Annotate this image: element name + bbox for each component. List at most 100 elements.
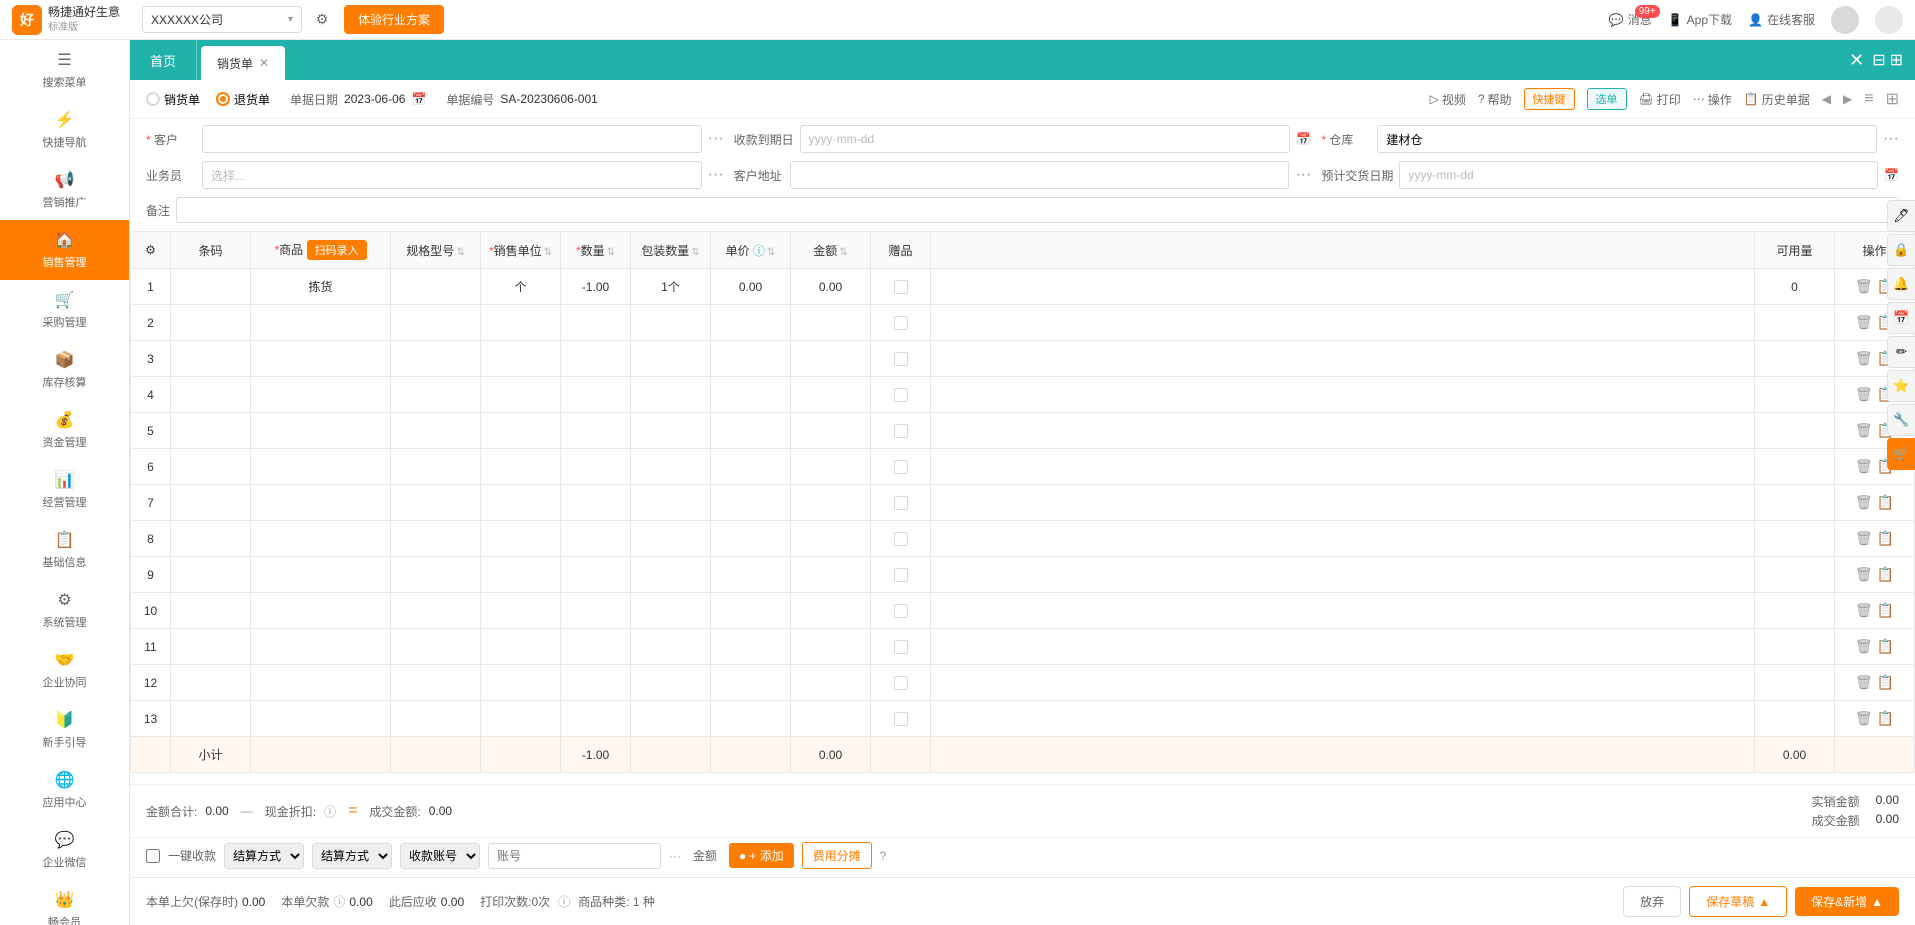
sidebar-item-search[interactable]: ☰ 搜索菜单 [0,40,129,100]
sidebar-item-purchase[interactable]: 🛒 采购管理 [0,280,129,340]
close-tab-icon[interactable]: ✕ [1849,50,1864,71]
fee-split-help-icon[interactable]: ? [880,849,887,863]
equals-icon[interactable]: = [348,802,357,820]
sidebar-item-appstore[interactable]: 🌐 应用中心 [0,760,129,820]
expected-date-calendar-icon[interactable]: 📅 [1884,168,1899,182]
account-select[interactable]: 收款账号 [400,843,480,869]
one-click-payment-checkbox[interactable] [146,849,160,863]
list-view-icon[interactable]: ≡ [1864,90,1873,108]
save-new-button[interactable]: 保存&新增 ▲ [1795,887,1899,916]
sidebar-item-enterprise[interactable]: 🤝 企业协同 [0,640,129,700]
save-draft-dropdown-icon[interactable]: ▲ [1758,895,1770,909]
select-action[interactable]: 选单 [1587,88,1627,110]
copy-row-icon-9[interactable]: 📋 [1877,566,1894,583]
sidebar-item-inventory[interactable]: 📦 库存核算 [0,340,129,400]
th-settings[interactable]: ⚙ [131,232,171,269]
sidebar-item-basic[interactable]: 📋 基础信息 [0,520,129,580]
customer-address-more-icon[interactable]: ··· [1295,166,1311,184]
delete-row-icon-8[interactable]: 🗑 [1855,530,1873,547]
gift-checkbox-3[interactable] [894,352,908,366]
product-count-icon[interactable]: ⓘ [558,893,570,910]
shortcut-action[interactable]: 快捷键 [1524,88,1575,110]
rs-btn-7[interactable]: 🔧 [1887,404,1915,436]
customer-input[interactable] [202,125,702,153]
gift-checkbox-12[interactable] [894,676,908,690]
sidebar-item-guide[interactable]: 🔰 新手引导 [0,700,129,760]
sidebar-item-marketing[interactable]: 📢 营销推广 [0,160,129,220]
grid-view-icon[interactable]: ⊞ [1886,89,1899,109]
company-selector[interactable]: XXXXXX公司 ▾ [142,6,302,33]
nav-prev-icon[interactable]: ◀ [1822,92,1831,106]
copy-row-icon-8[interactable]: 📋 [1877,530,1894,547]
date-calendar-icon[interactable]: 📅 [411,92,426,106]
unit-sort-icon[interactable]: ⇅ [544,247,552,258]
gift-checkbox-8[interactable] [894,532,908,546]
delete-row-icon-4[interactable]: 🗑 [1855,386,1873,403]
salesperson-input[interactable]: 选择... [202,161,702,189]
rs-btn-8[interactable]: 🛒 [1887,438,1915,470]
gift-checkbox-13[interactable] [894,712,908,726]
tab-list-icon[interactable]: ⊟ [1872,50,1885,70]
gift-checkbox-5[interactable] [894,424,908,438]
unit-price-info-icon[interactable]: ⓘ [753,244,765,258]
tab-grid-icon[interactable]: ⊞ [1890,50,1903,70]
delete-row-icon-10[interactable]: 🗑 [1855,602,1873,619]
copy-row-icon-10[interactable]: 📋 [1877,602,1894,619]
rs-btn-6[interactable]: ⭐ [1887,370,1915,402]
delete-row-icon-12[interactable]: 🗑 [1855,674,1873,691]
save-new-dropdown-icon[interactable]: ▲ [1871,895,1883,909]
due-date-calendar-icon[interactable]: 📅 [1296,132,1311,146]
delete-row-icon-2[interactable]: 🗑 [1855,314,1873,331]
copy-row-icon-13[interactable]: 📋 [1877,710,1894,727]
delete-row-icon-5[interactable]: 🗑 [1855,422,1873,439]
rs-btn-4[interactable]: 📅 [1887,302,1915,334]
sidebar-item-system[interactable]: ⚙ 系统管理 [0,580,129,640]
sidebar-item-shortcut[interactable]: ⚡ 快捷导航 [0,100,129,160]
avatar[interactable] [1831,6,1859,34]
qty-sort-icon[interactable]: ⇅ [607,247,615,258]
copy-row-icon-11[interactable]: 📋 [1877,638,1894,655]
delete-row-icon-3[interactable]: 🗑 [1855,350,1873,367]
avatar-dropdown[interactable] [1875,6,1903,34]
account-more-icon[interactable]: ··· [669,849,681,863]
sidebar-item-finance[interactable]: 💰 资金管理 [0,400,129,460]
scan-button[interactable]: 扫码录入 [307,240,367,260]
help-action[interactable]: ? 帮助 [1478,91,1512,108]
payment-method-select-2[interactable]: 结算方式 [312,843,392,869]
online-service-button[interactable]: 👤 在线客服 [1748,11,1815,28]
delete-row-icon-1[interactable]: 🗑 [1855,278,1873,295]
price-sort-icon[interactable]: ⇅ [767,247,775,258]
rs-btn-5[interactable]: ✏ [1887,336,1915,368]
gift-checkbox-7[interactable] [894,496,908,510]
tab-close-icon[interactable]: ✕ [259,56,269,70]
copy-row-icon-12[interactable]: 📋 [1877,674,1894,691]
gift-checkbox-9[interactable] [894,568,908,582]
sidebar-item-sales[interactable]: 🏠 销售管理 [0,220,129,280]
gift-checkbox-10[interactable] [894,604,908,618]
copy-row-icon-7[interactable]: 📋 [1877,494,1894,511]
message-button[interactable]: 💬 消息 99+ [1609,11,1652,28]
spec-sort-icon[interactable]: ⇅ [456,247,464,258]
radio-return[interactable]: 退货单 [216,91,270,108]
radio-sales[interactable]: 销货单 [146,91,200,108]
operation-action[interactable]: ⋯ 操作 [1693,91,1732,108]
fee-split-button[interactable]: 费用分摊 [802,842,872,869]
rs-btn-2[interactable]: 🔒 [1887,234,1915,266]
tab-sales-order[interactable]: 销货单 ✕ [201,46,285,80]
due-date-input[interactable]: yyyy-mm-dd [800,125,1291,153]
gift-checkbox-6[interactable] [894,460,908,474]
gift-checkbox-11[interactable] [894,640,908,654]
gift-checkbox-2[interactable] [894,316,908,330]
discard-button[interactable]: 放弃 [1623,886,1681,917]
tab-home[interactable]: 首页 [130,40,197,80]
amount-sort-icon[interactable]: ⇅ [839,247,847,258]
save-draft-button[interactable]: 保存草稿 ▲ [1689,886,1787,917]
account-input[interactable] [488,843,661,869]
warehouse-more-icon[interactable]: ··· [1883,130,1899,148]
sidebar-item-wechat[interactable]: 💬 企业微信 [0,820,129,880]
delete-row-icon-9[interactable]: 🗑 [1855,566,1873,583]
delete-row-icon-6[interactable]: 🗑 [1855,458,1873,475]
history-action[interactable]: 📋 历史单据 [1744,91,1810,108]
rs-btn-1[interactable]: 🖊 [1887,200,1915,232]
gift-checkbox-4[interactable] [894,388,908,402]
